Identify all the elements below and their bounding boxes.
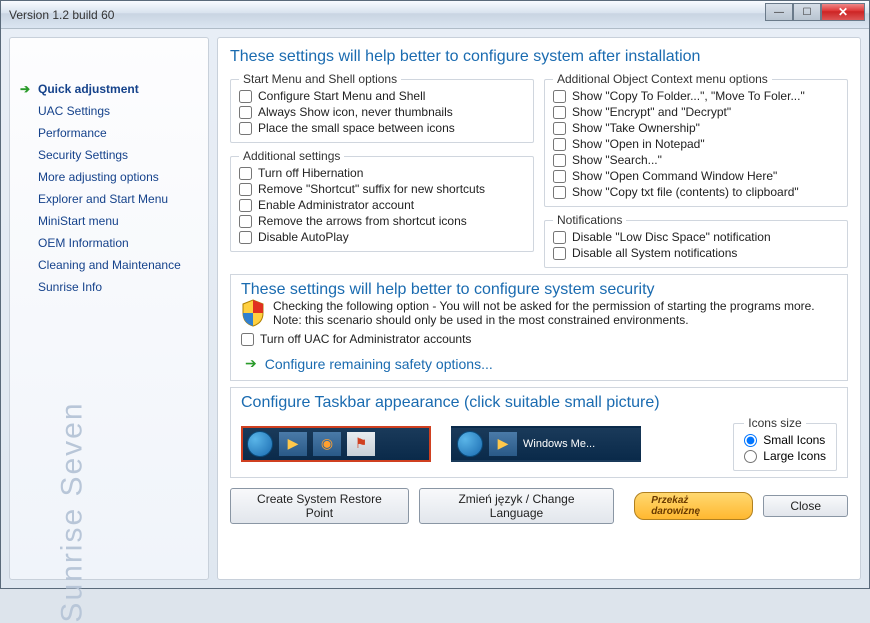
section-title: These settings will help better to confi… bbox=[241, 281, 837, 299]
radio-label: Large Icons bbox=[763, 449, 826, 463]
titlebar: Version 1.2 build 60 — ☐ ✕ bbox=[1, 1, 869, 29]
page-title: These settings will help better to confi… bbox=[230, 48, 848, 66]
checkbox[interactable] bbox=[239, 167, 252, 180]
window-title: Version 1.2 build 60 bbox=[9, 8, 114, 22]
sidebar: Quick adjustmentUAC SettingsPerformanceS… bbox=[9, 37, 209, 580]
checkbox-label: Show "Copy To Folder...", "Move To Foler… bbox=[572, 89, 805, 103]
minimize-button[interactable]: — bbox=[765, 3, 793, 21]
taskbar-style-large[interactable]: ▶ Windows Me... bbox=[451, 426, 641, 462]
checkbox-label: Disable all System notifications bbox=[572, 246, 737, 260]
sidebar-item-oem-information[interactable]: OEM Information bbox=[10, 232, 208, 254]
checkbox[interactable] bbox=[553, 122, 566, 135]
window-close-button[interactable]: ✕ bbox=[821, 3, 865, 21]
maximize-button[interactable]: ☐ bbox=[793, 3, 821, 21]
legend: Additional settings bbox=[239, 149, 344, 163]
sidebar-item-explorer-and-start-menu[interactable]: Explorer and Start Menu bbox=[10, 188, 208, 210]
checkbox[interactable] bbox=[553, 154, 566, 167]
sidebar-item-security-settings[interactable]: Security Settings bbox=[10, 144, 208, 166]
legend: Icons size bbox=[744, 416, 805, 430]
radio-label: Small Icons bbox=[763, 433, 825, 447]
taskbar-tile-icon: ◉ bbox=[313, 432, 341, 456]
security-section: These settings will help better to confi… bbox=[230, 274, 848, 381]
checkbox-label: Turn off Hibernation bbox=[258, 166, 363, 180]
legend: Start Menu and Shell options bbox=[239, 72, 401, 86]
taskbar-tile-icon: ▶ bbox=[489, 432, 517, 456]
checkbox[interactable] bbox=[239, 231, 252, 244]
sidebar-item-performance[interactable]: Performance bbox=[10, 122, 208, 144]
checkbox-label: Show "Search..." bbox=[572, 153, 662, 167]
checkbox-label: Remove "Shortcut" suffix for new shortcu… bbox=[258, 182, 485, 196]
checkbox[interactable] bbox=[553, 231, 566, 244]
taskbar-section: Configure Taskbar appearance (click suit… bbox=[230, 387, 848, 478]
checkbox-label: Place the small space between icons bbox=[258, 121, 455, 135]
checkbox-label: Show "Copy txt file (contents) to clipbo… bbox=[572, 185, 799, 199]
group-context-menu: Additional Object Context menu options S… bbox=[544, 72, 848, 207]
sidebar-item-cleaning-and-maintenance[interactable]: Cleaning and Maintenance bbox=[10, 254, 208, 276]
start-orb-icon bbox=[247, 431, 273, 457]
start-orb-icon bbox=[457, 431, 483, 457]
checkbox[interactable] bbox=[239, 122, 252, 135]
large-icons-radio[interactable] bbox=[744, 450, 757, 463]
security-note: Checking the following option - You will… bbox=[273, 299, 837, 327]
legend: Additional Object Context menu options bbox=[553, 72, 772, 86]
checkbox-label: Show "Open in Notepad" bbox=[572, 137, 705, 151]
checkbox[interactable] bbox=[553, 138, 566, 151]
small-icons-radio[interactable] bbox=[744, 434, 757, 447]
checkbox[interactable] bbox=[553, 186, 566, 199]
checkbox[interactable] bbox=[239, 183, 252, 196]
checkbox-label: Always Show icon, never thumbnails bbox=[258, 105, 453, 119]
sidebar-item-sunrise-info[interactable]: Sunrise Info bbox=[10, 276, 208, 298]
checkbox[interactable] bbox=[553, 106, 566, 119]
checkbox[interactable] bbox=[239, 199, 252, 212]
sidebar-item-more-adjusting-options[interactable]: More adjusting options bbox=[10, 166, 208, 188]
configure-safety-link[interactable]: Configure remaining safety options... bbox=[265, 356, 493, 372]
checkbox-label: Enable Administrator account bbox=[258, 198, 414, 212]
checkbox-label: Show "Encrypt" and "Decrypt" bbox=[572, 105, 731, 119]
sidebar-item-quick-adjustment[interactable]: Quick adjustment bbox=[10, 78, 208, 100]
checkbox-label: Turn off UAC for Administrator accounts bbox=[260, 332, 471, 346]
checkbox[interactable] bbox=[239, 90, 252, 103]
checkbox-label: Remove the arrows from shortcut icons bbox=[258, 214, 467, 228]
donate-button[interactable]: Przekaż darowiznę bbox=[634, 492, 753, 520]
checkbox-label: Configure Start Menu and Shell bbox=[258, 89, 425, 103]
taskbar-tile-icon: ⚑ bbox=[347, 432, 375, 456]
checkbox[interactable] bbox=[553, 247, 566, 260]
section-title: Configure Taskbar appearance (click suit… bbox=[241, 394, 837, 412]
change-language-button[interactable]: Zmień język / Change Language bbox=[419, 488, 614, 524]
sidebar-item-uac-settings[interactable]: UAC Settings bbox=[10, 100, 208, 122]
checkbox[interactable] bbox=[239, 106, 252, 119]
restore-point-button[interactable]: Create System Restore Point bbox=[230, 488, 409, 524]
sidebar-item-ministart-menu[interactable]: MiniStart menu bbox=[10, 210, 208, 232]
uac-admin-checkbox[interactable] bbox=[241, 333, 254, 346]
button-bar: Create System Restore Point Zmień język … bbox=[230, 484, 848, 524]
close-button[interactable]: Close bbox=[763, 495, 848, 517]
arrow-icon: ➔ bbox=[245, 355, 257, 372]
checkbox[interactable] bbox=[553, 170, 566, 183]
taskbar-style-small[interactable]: ▶ ◉ ⚑ bbox=[241, 426, 431, 462]
icons-size-group: Icons size Small Icons Large Icons bbox=[733, 416, 837, 471]
group-additional: Additional settings Turn off Hibernation… bbox=[230, 149, 534, 252]
checkbox-label: Show "Take Ownership" bbox=[572, 121, 700, 135]
taskbar-thumb-label: Windows Me... bbox=[523, 438, 595, 450]
main-panel: These settings will help better to confi… bbox=[217, 37, 861, 580]
checkbox-label: Disable AutoPlay bbox=[258, 230, 349, 244]
checkbox-label: Show "Open Command Window Here" bbox=[572, 169, 777, 183]
taskbar-tile-icon: ▶ bbox=[279, 432, 307, 456]
brand-text: Sunrise Seven bbox=[56, 401, 90, 622]
group-notifications: Notifications Disable "Low Disc Space" n… bbox=[544, 213, 848, 268]
legend: Notifications bbox=[553, 213, 626, 227]
checkbox-label: Disable "Low Disc Space" notification bbox=[572, 230, 771, 244]
group-start-menu: Start Menu and Shell options Configure S… bbox=[230, 72, 534, 143]
checkbox[interactable] bbox=[239, 215, 252, 228]
shield-icon bbox=[241, 299, 265, 327]
checkbox[interactable] bbox=[553, 90, 566, 103]
